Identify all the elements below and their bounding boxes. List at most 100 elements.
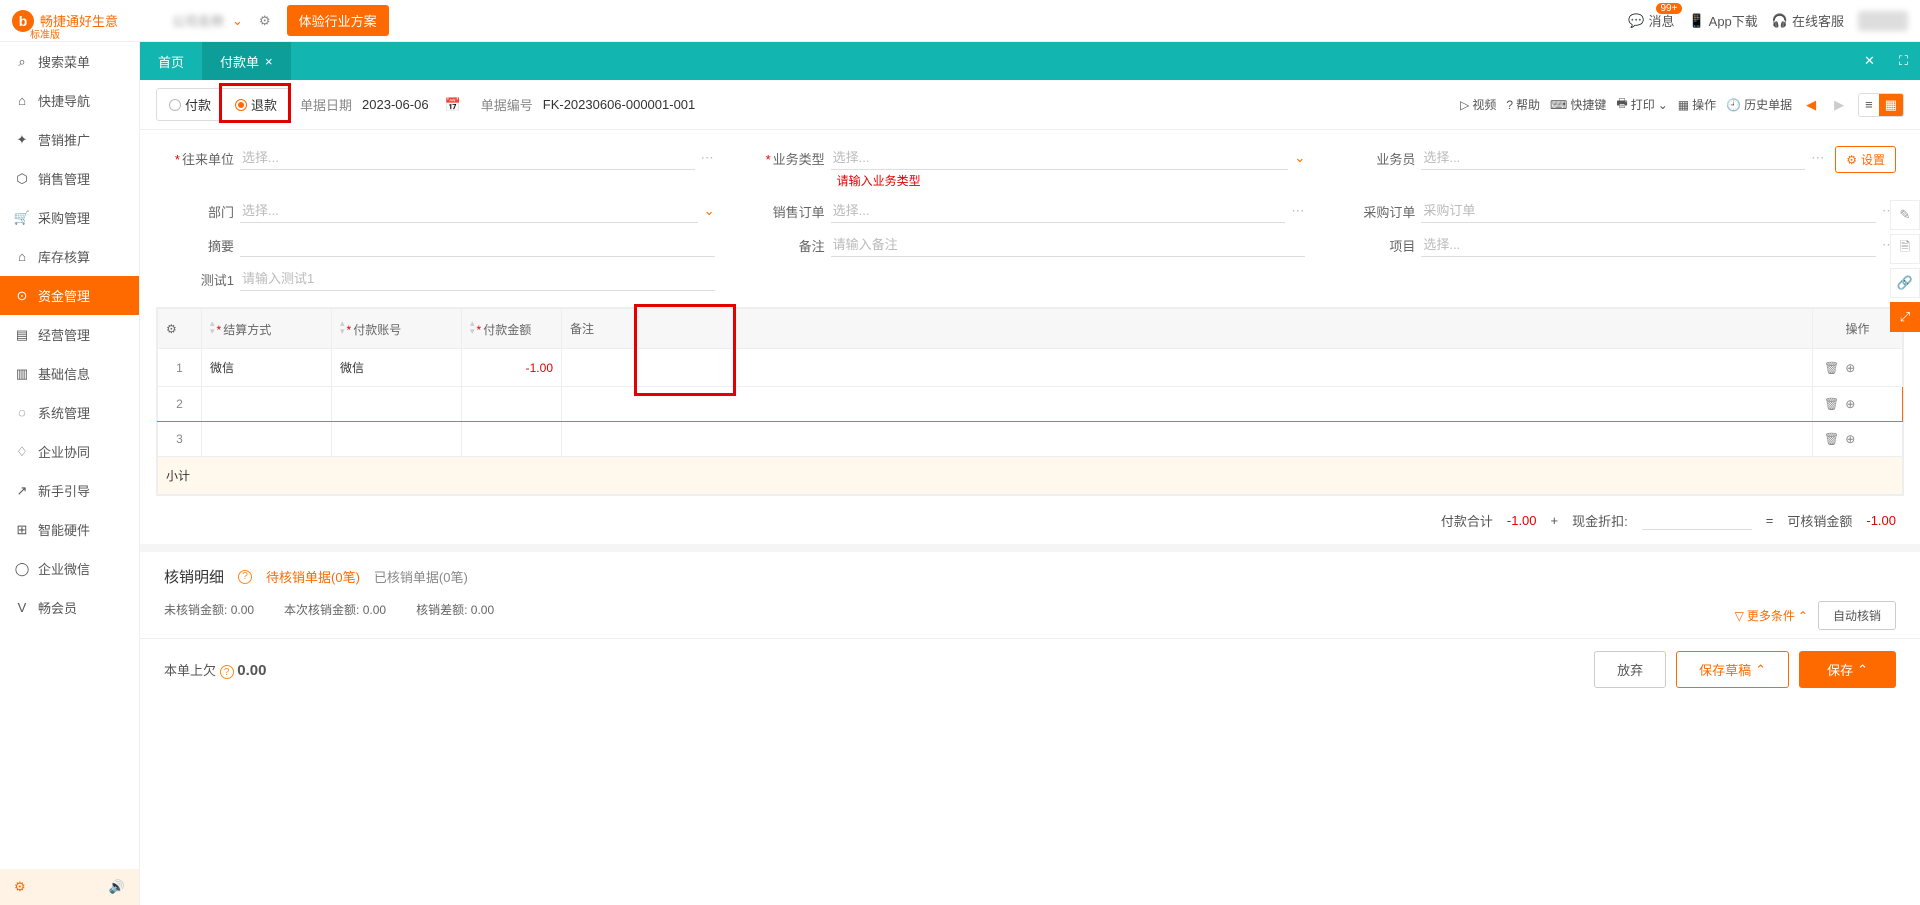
remark-cell[interactable] — [562, 422, 1813, 457]
sidebar-item[interactable]: ◯企业微信 — [0, 549, 139, 588]
prev-arrow-icon[interactable]: ◀ — [1802, 97, 1820, 113]
rail-note-icon[interactable]: ✎ — [1890, 200, 1920, 230]
remark-input[interactable] — [831, 233, 1306, 257]
sidebar-item[interactable]: ⊙资金管理 — [0, 276, 139, 315]
account-header[interactable]: ▴▾*付款账号 — [332, 309, 462, 349]
next-arrow-icon[interactable]: ▶ — [1830, 97, 1848, 113]
sidebar-item[interactable]: ↗新手引导 — [0, 471, 139, 510]
fullscreen-icon[interactable]: ⛶ — [1887, 53, 1920, 69]
chevron-down-icon[interactable]: ⌄ — [704, 203, 715, 219]
table-row[interactable]: 1 微信 微信 -1.00 🗑⊕ — [158, 349, 1903, 387]
amount-cell[interactable]: -1.00 — [462, 349, 562, 387]
more-icon[interactable]: ⋯ — [1291, 203, 1305, 219]
biztype-input[interactable] — [831, 146, 1289, 170]
save-draft-button[interactable]: 保存草稿⌃ — [1676, 651, 1789, 688]
tab[interactable]: 首页 — [140, 42, 202, 80]
video-tool[interactable]: ▷视频 — [1460, 96, 1496, 113]
settle-header[interactable]: ▴▾*结算方式 — [202, 309, 332, 349]
help-tool[interactable]: ?帮助 — [1506, 96, 1540, 113]
operate-tool[interactable]: ▦操作 — [1678, 96, 1716, 113]
save-button[interactable]: 保存⌃ — [1799, 651, 1896, 688]
print-tool[interactable]: 🖶打印⌄ — [1616, 94, 1667, 115]
remark-header[interactable]: 备注 — [562, 309, 1813, 349]
rail-doc-icon[interactable]: 🗎 — [1890, 234, 1920, 264]
card-view-icon[interactable]: ▦ — [1879, 94, 1903, 116]
sidebar-item[interactable]: ♢企业协同 — [0, 432, 139, 471]
sidebar-item[interactable]: ⌂快捷导航 — [0, 81, 139, 120]
rail-expand-icon[interactable]: ⤢ — [1890, 302, 1920, 332]
sidebar-item[interactable]: ⌕搜索菜单 — [0, 42, 139, 81]
settings-button[interactable]: ⚙设置 — [1835, 146, 1896, 173]
pending-tab[interactable]: 待核销单据(0笔) — [266, 567, 360, 586]
company-name[interactable]: 公司名称 — [172, 11, 224, 30]
account-cell[interactable] — [332, 387, 462, 422]
sidebar-item[interactable]: ▥基础信息 — [0, 354, 139, 393]
discard-button[interactable]: 放弃 — [1594, 651, 1666, 688]
table-row[interactable]: 3 🗑⊕ — [158, 422, 1903, 457]
settle-cell[interactable]: 微信 — [202, 349, 332, 387]
project-input[interactable] — [1421, 233, 1876, 257]
sales-order-input[interactable] — [831, 199, 1286, 223]
settings-icon[interactable]: ⚙ — [14, 879, 26, 895]
cash-discount-input[interactable] — [1642, 510, 1752, 530]
experience-button[interactable]: 体验行业方案 — [287, 5, 389, 36]
sidebar-item[interactable]: ⌂库存核算 — [0, 237, 139, 276]
account-cell[interactable] — [332, 422, 462, 457]
calendar-icon[interactable]: 📅 — [445, 97, 461, 113]
more-conditions-link[interactable]: ▽更多条件⌃ — [1735, 607, 1808, 624]
user-avatar[interactable] — [1858, 11, 1908, 31]
remark-cell[interactable] — [562, 349, 1813, 387]
add-icon[interactable]: ⊕ — [1845, 361, 1855, 375]
auto-verify-button[interactable]: 自动核销 — [1818, 601, 1896, 630]
chevron-down-icon[interactable]: ⌄ — [1294, 150, 1305, 166]
add-icon[interactable]: ⊕ — [1845, 432, 1855, 446]
radio-pay[interactable]: 付款 — [157, 89, 223, 120]
partner-input[interactable] — [240, 146, 695, 170]
settle-cell[interactable] — [202, 387, 332, 422]
rail-attach-icon[interactable]: 🔗 — [1890, 268, 1920, 298]
info-icon[interactable]: ? — [238, 570, 252, 584]
amount-header[interactable]: ▴▾*付款金额 — [462, 309, 562, 349]
sidebar-item[interactable]: ✦营销推广 — [0, 120, 139, 159]
shortcut-tool[interactable]: ⌨快捷键 — [1550, 96, 1606, 113]
add-icon[interactable]: ⊕ — [1845, 397, 1855, 411]
gear-icon[interactable]: ⚙ — [259, 13, 271, 29]
test1-input[interactable] — [240, 267, 715, 291]
history-tool[interactable]: 🕘历史单据 — [1726, 96, 1792, 113]
app-download-link[interactable]: 📱 App下载 — [1688, 11, 1757, 30]
sidebar-item[interactable]: ▤经营管理 — [0, 315, 139, 354]
tab[interactable]: 付款单× — [202, 42, 291, 80]
table-row[interactable]: 2 🗑⊕ — [158, 387, 1903, 422]
sidebar-item[interactable]: 🛒采购管理 — [0, 198, 139, 237]
account-cell[interactable]: 微信 — [332, 349, 462, 387]
collapse-icon[interactable]: 🔊 — [109, 879, 125, 895]
tab-close-all-icon[interactable]: ✕ — [1852, 53, 1887, 69]
purchase-order-input[interactable] — [1421, 199, 1876, 223]
clerk-input[interactable] — [1421, 146, 1805, 170]
company-chevron-icon[interactable]: ⌄ — [232, 13, 243, 29]
delete-icon[interactable]: 🗑 — [1824, 432, 1839, 446]
sidebar-item[interactable]: ⊞智能硬件 — [0, 510, 139, 549]
radio-refund[interactable]: 退款 — [223, 89, 289, 120]
settle-cell[interactable] — [202, 422, 332, 457]
doc-date-value[interactable]: 2023-06-06 — [362, 97, 429, 112]
messages-link[interactable]: 💬 消息 99+ — [1628, 11, 1674, 30]
list-view-icon[interactable]: ≡ — [1859, 94, 1879, 116]
online-service-link[interactable]: 🎧 在线客服 — [1772, 11, 1844, 30]
amount-cell[interactable] — [462, 422, 562, 457]
summary-input[interactable] — [240, 233, 715, 257]
amount-cell[interactable] — [462, 387, 562, 422]
delete-icon[interactable]: 🗑 — [1824, 361, 1839, 375]
tab-close-icon[interactable]: × — [265, 54, 273, 69]
remark-cell[interactable] — [562, 387, 1813, 422]
delete-icon[interactable]: 🗑 — [1824, 397, 1839, 411]
dept-input[interactable] — [240, 199, 698, 223]
gear-header[interactable]: ⚙ — [158, 309, 202, 349]
sidebar-item[interactable]: ◌系统管理 — [0, 393, 139, 432]
more-icon[interactable]: ⋯ — [701, 150, 715, 166]
sidebar-item[interactable]: ⬡销售管理 — [0, 159, 139, 198]
sidebar-item[interactable]: V畅会员 — [0, 588, 139, 627]
more-icon[interactable]: ⋯ — [1811, 150, 1825, 166]
info-icon[interactable]: ? — [220, 665, 234, 679]
done-tab[interactable]: 已核销单据(0笔) — [374, 567, 468, 586]
